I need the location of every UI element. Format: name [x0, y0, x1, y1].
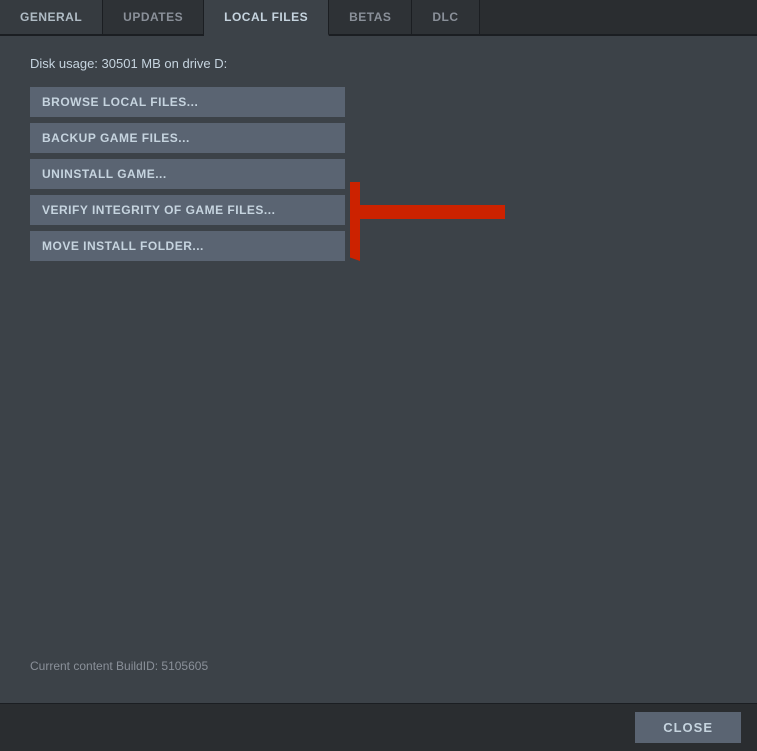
tab-betas[interactable]: BETAS [329, 0, 412, 34]
buttons-section: BROWSE LOCAL FILES... BACKUP GAME FILES.… [30, 87, 727, 261]
tab-bar: GENERAL UPDATES LOCAL FILES BETAS DLC [0, 0, 757, 36]
footer-bar: CLOSE [0, 703, 757, 751]
tab-local-files[interactable]: LOCAL FILES [204, 0, 329, 36]
backup-game-files-button[interactable]: BACKUP GAME FILES... [30, 123, 345, 153]
top-section: Disk usage: 30501 MB on drive D: BROWSE … [30, 56, 727, 261]
main-window: GENERAL UPDATES LOCAL FILES BETAS DLC Di… [0, 0, 757, 751]
build-id-label: Current content BuildID: 5105605 [30, 659, 727, 673]
close-button[interactable]: CLOSE [635, 712, 741, 743]
tab-general[interactable]: GENERAL [0, 0, 103, 34]
verify-integrity-button[interactable]: VERIFY INTEGRITY OF GAME FILES... [30, 195, 345, 225]
uninstall-game-button[interactable]: UNINSTALL GAME... [30, 159, 345, 189]
arrow-annotation [350, 182, 510, 267]
disk-usage-label: Disk usage: 30501 MB on drive D: [30, 56, 727, 71]
browse-local-files-button[interactable]: BROWSE LOCAL FILES... [30, 87, 345, 117]
move-install-folder-button[interactable]: MOVE INSTALL FOLDER... [30, 231, 345, 261]
bottom-section: Current content BuildID: 5105605 [30, 659, 727, 683]
content-area: Disk usage: 30501 MB on drive D: BROWSE … [0, 36, 757, 703]
tab-updates[interactable]: UPDATES [103, 0, 204, 34]
tab-dlc[interactable]: DLC [412, 0, 479, 34]
